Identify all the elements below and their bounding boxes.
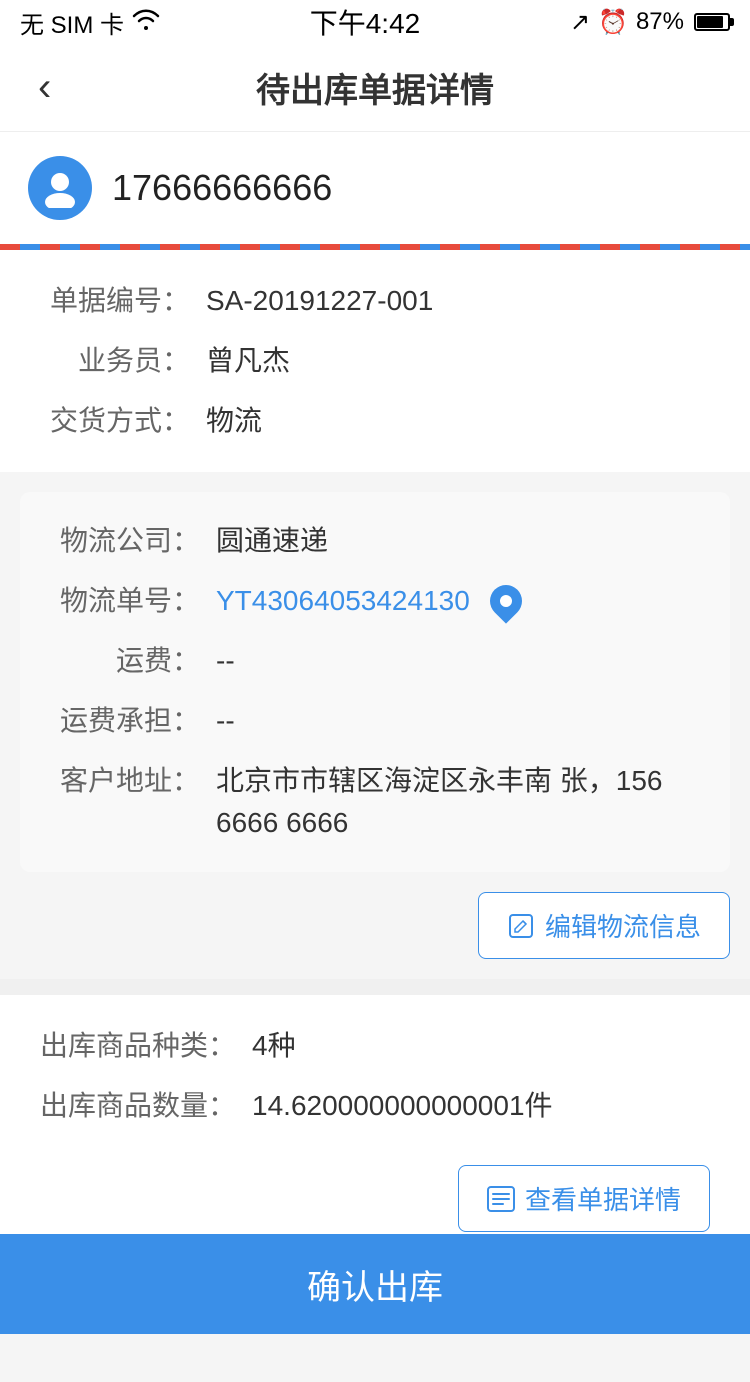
delivery-type-label: 交货方式： <box>40 400 190 442</box>
tracking-number: YT43064053424130 <box>216 580 470 622</box>
freight-bear-value: -- <box>216 700 700 742</box>
view-detail-icon <box>487 1185 515 1213</box>
confirm-button[interactable]: 确认出库 <box>0 1234 750 1334</box>
salesman-row: 业务员： 曾凡杰 <box>40 340 710 382</box>
delivery-type-value: 物流 <box>206 400 710 442</box>
tracking-row: 物流单号： YT43064053424130 <box>50 580 700 622</box>
goods-quantity-value: 14.620000000000001件 <box>252 1085 710 1127</box>
goods-section: 出库商品种类： 4种 出库商品数量： 14.620000000000001件 查… <box>0 995 750 1262</box>
view-detail-label: 查看单据详情 <box>525 1180 681 1217</box>
battery-percent: 87% <box>636 8 684 36</box>
freight-bear-row: 运费承担： -- <box>50 700 700 742</box>
goods-quantity-row: 出库商品数量： 14.620000000000001件 <box>40 1085 710 1127</box>
section-divider <box>0 979 750 995</box>
logistics-company-row: 物流公司： 圆通速递 <box>50 520 700 562</box>
edit-logistics-button[interactable]: 编辑物流信息 <box>478 892 730 959</box>
salesman-value: 曾凡杰 <box>206 340 710 382</box>
nav-bar: ‹ 待出库单据详情 <box>0 44 750 132</box>
battery-icon <box>694 13 730 31</box>
view-detail-area: 查看单据详情 <box>40 1145 710 1232</box>
confirm-area: 确认出库 <box>0 1234 750 1334</box>
avatar <box>28 156 92 220</box>
address-value: 北京市市辖区海淀区永丰南 张，156 6666 6666 <box>216 760 700 844</box>
edit-logistics-label: 编辑物流信息 <box>545 907 701 944</box>
edit-logistics-area: 编辑物流信息 <box>0 892 750 979</box>
view-detail-button[interactable]: 查看单据详情 <box>458 1165 710 1232</box>
status-bar: 无 SIM 卡 下午4:42 ↗ ⏰ 87% <box>0 0 750 44</box>
page-title: 待出库单据详情 <box>256 63 494 112</box>
location-pin-icon[interactable] <box>483 578 528 623</box>
status-left: 无 SIM 卡 <box>20 5 160 40</box>
status-right: ↗ ⏰ 87% <box>570 8 730 37</box>
edit-icon <box>507 912 535 940</box>
doc-number-value: SA-20191227-001 <box>206 280 710 322</box>
address-label: 客户地址： <box>50 760 200 802</box>
goods-type-value: 4种 <box>252 1025 710 1067</box>
wifi-icon <box>132 8 160 37</box>
alarm-icon: ⏰ <box>598 8 628 37</box>
basic-info-section: 单据编号： SA-20191227-001 业务员： 曾凡杰 交货方式： 物流 <box>0 250 750 472</box>
back-button[interactable]: ‹ <box>28 55 61 120</box>
goods-type-label: 出库商品种类： <box>40 1025 236 1067</box>
main-content: 17666666666 单据编号： SA-20191227-001 业务员： 曾… <box>0 132 750 1382</box>
logistics-company-label: 物流公司： <box>50 520 200 562</box>
freight-label: 运费： <box>50 640 200 682</box>
customer-phone: 17666666666 <box>112 167 332 209</box>
address-row: 客户地址： 北京市市辖区海淀区永丰南 张，156 6666 6666 <box>50 760 700 844</box>
doc-number-label: 单据编号： <box>40 280 190 322</box>
goods-quantity-label: 出库商品数量： <box>40 1085 236 1127</box>
customer-header: 17666666666 <box>0 132 750 244</box>
tracking-value: YT43064053424130 <box>216 580 700 622</box>
freight-bear-label: 运费承担： <box>50 700 200 742</box>
tracking-label: 物流单号： <box>50 580 200 622</box>
doc-number-row: 单据编号： SA-20191227-001 <box>40 280 710 322</box>
logistics-card: 物流公司： 圆通速递 物流单号： YT43064053424130 运费： --… <box>20 492 730 872</box>
freight-value: -- <box>216 640 700 682</box>
location-icon: ↗ <box>570 8 590 37</box>
goods-type-row: 出库商品种类： 4种 <box>40 1025 710 1067</box>
user-icon <box>40 168 80 208</box>
delivery-type-row: 交货方式： 物流 <box>40 400 710 442</box>
status-time: 下午4:42 <box>310 2 421 42</box>
carrier-label: 无 SIM 卡 <box>20 5 124 40</box>
freight-row: 运费： -- <box>50 640 700 682</box>
logistics-company-value: 圆通速递 <box>216 520 700 562</box>
salesman-label: 业务员： <box>40 340 190 382</box>
